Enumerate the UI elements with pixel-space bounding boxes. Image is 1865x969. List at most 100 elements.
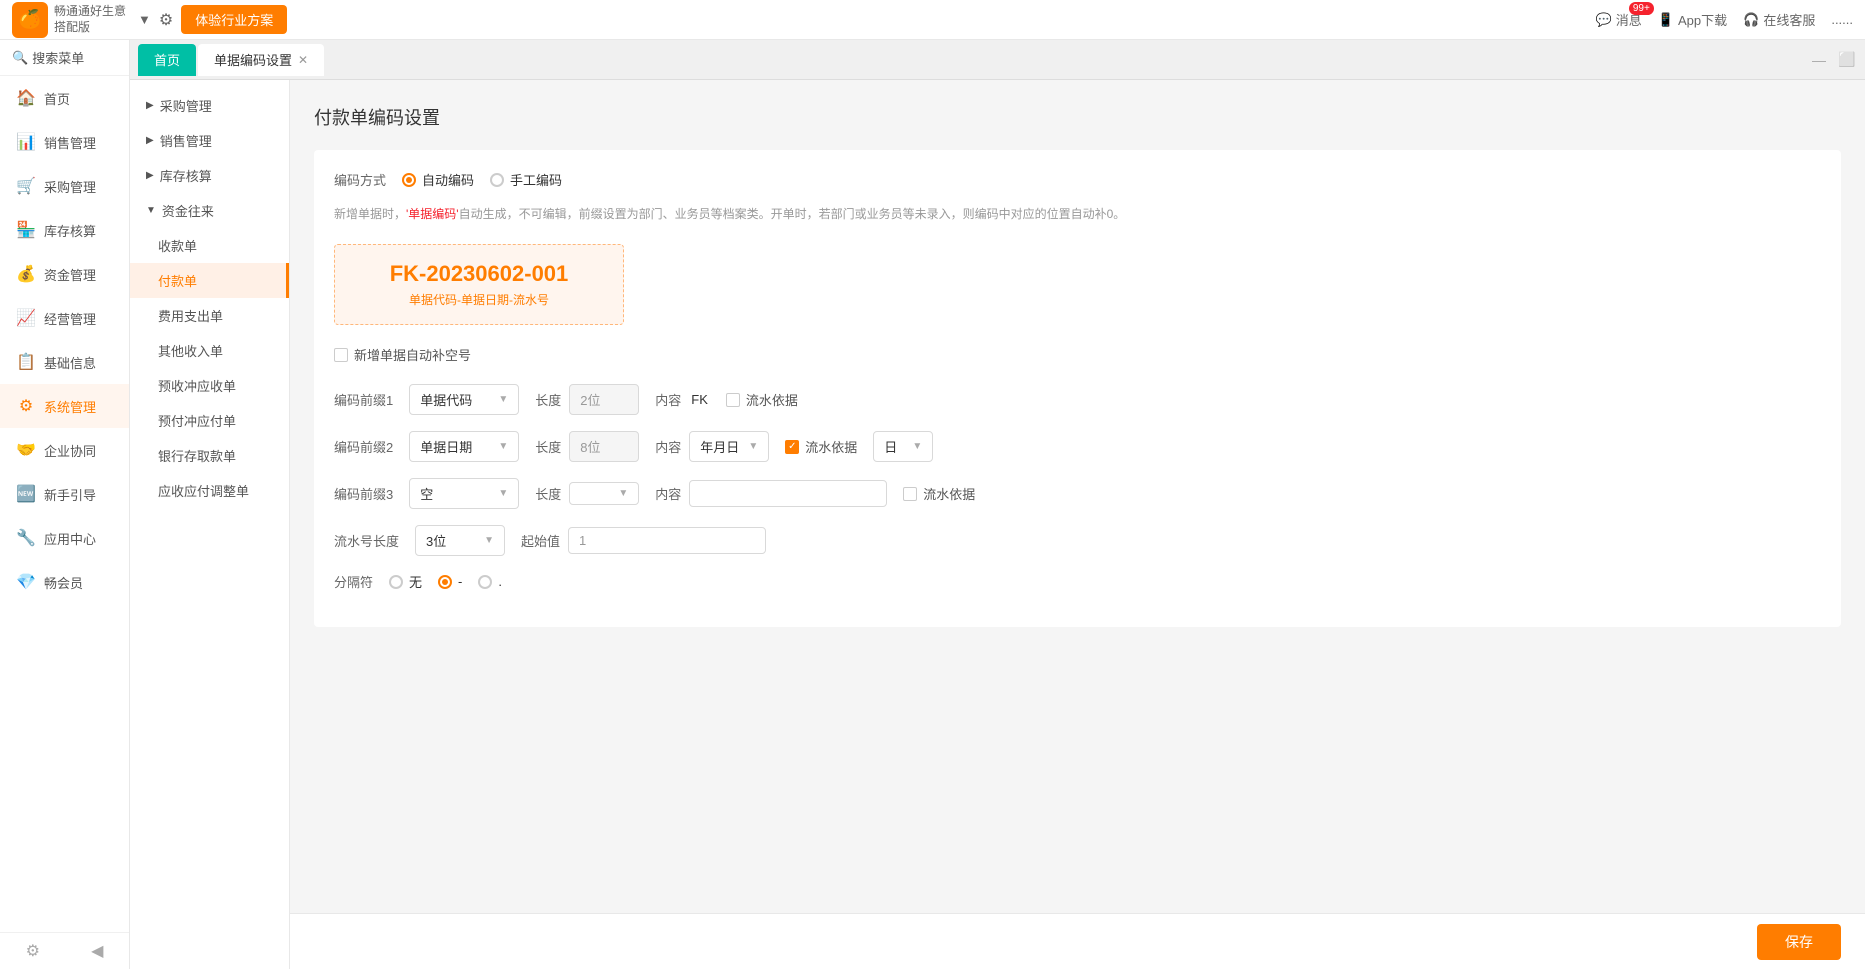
topbar-center: ▼ ⚙ 体验行业方案 xyxy=(134,5,1588,34)
tab-home[interactable]: 首页 xyxy=(138,44,196,76)
left-sidebar: 🔍 搜索菜单 🏠 首页 📊 销售管理 🛒 采购管理 🏪 库存核算 💰 资金管理 … xyxy=(0,40,130,969)
prefix2-cycle-select[interactable]: 日 ▼ xyxy=(873,431,933,462)
sidebar-item-member[interactable]: 💎 畅会员 xyxy=(0,560,129,604)
serial-start-input[interactable] xyxy=(568,527,766,554)
prefix2-select[interactable]: 单据日期 ▼ xyxy=(409,431,519,462)
prefix1-stream[interactable]: 流水依据 xyxy=(726,390,798,409)
prefix3-length-item: 长度 ▼ xyxy=(535,482,639,505)
prefix3-stream[interactable]: 流水依据 xyxy=(903,484,975,503)
manual-radio[interactable]: 手工编码 xyxy=(490,170,562,189)
purchase-icon: 🛒 xyxy=(16,176,36,196)
home-icon: 🏠 xyxy=(16,88,36,108)
app-download-button[interactable]: 📱 App下载 xyxy=(1658,10,1727,29)
hint-text: 新增单据时，'单据编码'自动生成，不可编辑，前缀设置为部门、业务员等档案类。开单… xyxy=(334,205,1821,224)
sidebar-item-guide[interactable]: 🆕 新手引导 xyxy=(0,472,129,516)
prefix2-content-select[interactable]: 年月日 ▼ xyxy=(689,431,769,462)
prefix1-stream-checkbox[interactable] xyxy=(726,393,740,407)
code-example-sub: 单据代码-单据日期-流水号 xyxy=(359,291,599,308)
sidebar-item-finance[interactable]: 💰 资金管理 xyxy=(0,252,129,296)
prefix2-content-item: 内容 年月日 ▼ xyxy=(655,431,769,462)
nav-adjust[interactable]: 应收应付调整单 xyxy=(130,473,289,508)
chevron-down-icon: ▼ xyxy=(146,205,156,216)
nav-receipt[interactable]: 收款单 xyxy=(130,228,289,263)
nav-income[interactable]: 其他收入单 xyxy=(130,333,289,368)
sep-dot-radio[interactable]: . xyxy=(478,574,502,589)
chevron-right-icon2: ▶ xyxy=(146,135,154,146)
app-body: 🔍 搜索菜单 🏠 首页 📊 销售管理 🛒 采购管理 🏪 库存核算 💰 资金管理 … xyxy=(0,40,1865,969)
sales-icon: 📊 xyxy=(16,132,36,152)
settings-panel: 编码方式 自动编码 手工编码 xyxy=(314,150,1841,627)
nav-bank[interactable]: 银行存取款单 xyxy=(130,438,289,473)
trial-button[interactable]: 体验行业方案 xyxy=(181,5,287,34)
group-sales-header[interactable]: ▶ 销售管理 xyxy=(130,123,289,158)
online-service-button[interactable]: 🎧 在线客服 xyxy=(1743,10,1815,29)
prefix2-stream[interactable]: ✓ 流水依据 xyxy=(785,437,857,456)
nav-expense[interactable]: 费用支出单 xyxy=(130,298,289,333)
auto-radio[interactable]: 自动编码 xyxy=(402,170,474,189)
code-example-main: FK-20230602-001 xyxy=(359,261,599,287)
encoding-method-row: 编码方式 自动编码 手工编码 xyxy=(334,170,1821,189)
chevron-right-icon3: ▶ xyxy=(146,170,154,181)
sep-dash-radio[interactable]: - xyxy=(438,574,462,589)
nav-advance-recv[interactable]: 预收冲应收单 xyxy=(130,368,289,403)
sidebar-item-enterprise[interactable]: 🤝 企业协同 xyxy=(0,428,129,472)
prefix3-select[interactable]: 空 ▼ xyxy=(409,478,519,509)
prefix1-content-item: 内容 FK xyxy=(655,387,710,412)
prefix2-length-input: 8位 xyxy=(569,431,639,462)
prefix2-content-dropdown-icon: ▼ xyxy=(748,441,758,452)
sidebar-item-system[interactable]: ⚙ 系统管理 xyxy=(0,384,129,428)
collapse-icon[interactable]: ◀ xyxy=(91,941,103,961)
logo-text: 畅通通好生意 搭配版 xyxy=(54,4,126,35)
sidebar-item-operations[interactable]: 📈 经营管理 xyxy=(0,296,129,340)
serial-row: 流水号长度 3位 ▼ 起始值 xyxy=(334,525,1821,556)
prefix1-length-input: 2位 xyxy=(569,384,639,415)
sidebar-item-purchase[interactable]: 🛒 采购管理 xyxy=(0,164,129,208)
minimize-button[interactable]: — xyxy=(1809,50,1829,70)
prefix2-stream-checkbox[interactable]: ✓ xyxy=(785,440,799,454)
user-menu[interactable]: ...... xyxy=(1831,12,1853,27)
serial-select[interactable]: 3位 ▼ xyxy=(415,525,505,556)
search-icon: 🔍 xyxy=(12,50,28,66)
tab-encoding[interactable]: 单据编码设置 ✕ xyxy=(198,44,324,76)
maximize-button[interactable]: ⬜ xyxy=(1837,50,1857,70)
sidebar-item-sales[interactable]: 📊 销售管理 xyxy=(0,120,129,164)
prefix1-select[interactable]: 单据代码 ▼ xyxy=(409,384,519,415)
sidebar-item-appstore[interactable]: 🔧 应用中心 xyxy=(0,516,129,560)
operations-icon: 📈 xyxy=(16,308,36,328)
sep-dot-circle xyxy=(478,575,492,589)
group-sales: ▶ 销售管理 xyxy=(130,123,289,158)
group-inventory-header[interactable]: ▶ 库存核算 xyxy=(130,158,289,193)
nav-payment[interactable]: 付款单 xyxy=(130,263,289,298)
prefix2-length-item: 长度 8位 xyxy=(535,431,639,462)
sidebar-item-home[interactable]: 🏠 首页 xyxy=(0,76,129,120)
prefix2-row: 编码前缀2 单据日期 ▼ 长度 8位 xyxy=(334,431,1821,462)
logo-icon: 🍊 xyxy=(12,2,48,38)
nav-advance-pay[interactable]: 预付冲应付单 xyxy=(130,403,289,438)
inventory-icon: 🏪 xyxy=(16,220,36,240)
bottom-bar: 保存 xyxy=(290,913,1865,969)
prefix3-label-item: 编码前缀3 xyxy=(334,484,393,503)
workspace-dropdown[interactable]: ▼ xyxy=(134,12,151,27)
group-capital-header[interactable]: ▼ 资金往来 xyxy=(130,193,289,228)
separator-row: 分隔符 无 - xyxy=(334,572,1821,591)
sep-none-radio[interactable]: 无 xyxy=(389,572,422,591)
settings-icon[interactable]: ⚙ xyxy=(159,10,173,30)
sidebar-item-basic[interactable]: 📋 基础信息 xyxy=(0,340,129,384)
prefix1-length-item: 长度 2位 xyxy=(535,384,639,415)
save-button[interactable]: 保存 xyxy=(1757,924,1841,960)
auto-fill-checkbox[interactable] xyxy=(334,348,348,362)
sidebar-bottom: ⚙ ◀ xyxy=(0,932,129,969)
prefix3-length-select[interactable]: ▼ xyxy=(569,482,639,505)
group-purchase-header[interactable]: ▶ 采购管理 xyxy=(130,88,289,123)
search-menu[interactable]: 🔍 搜索菜单 xyxy=(0,40,129,76)
prefix2-dropdown-icon: ▼ xyxy=(498,441,508,452)
message-button[interactable]: 💬 消息 99+ xyxy=(1596,10,1642,29)
serial-start-item: 起始值 xyxy=(521,527,766,554)
prefix3-content-input[interactable] xyxy=(689,480,887,507)
sidebar-item-inventory[interactable]: 🏪 库存核算 xyxy=(0,208,129,252)
prefix3-stream-checkbox[interactable] xyxy=(903,487,917,501)
sep-dash-dot xyxy=(442,579,448,585)
tab-close-icon[interactable]: ✕ xyxy=(298,53,308,67)
bottom-settings-icon[interactable]: ⚙ xyxy=(26,941,40,961)
sep-dash-circle xyxy=(438,575,452,589)
